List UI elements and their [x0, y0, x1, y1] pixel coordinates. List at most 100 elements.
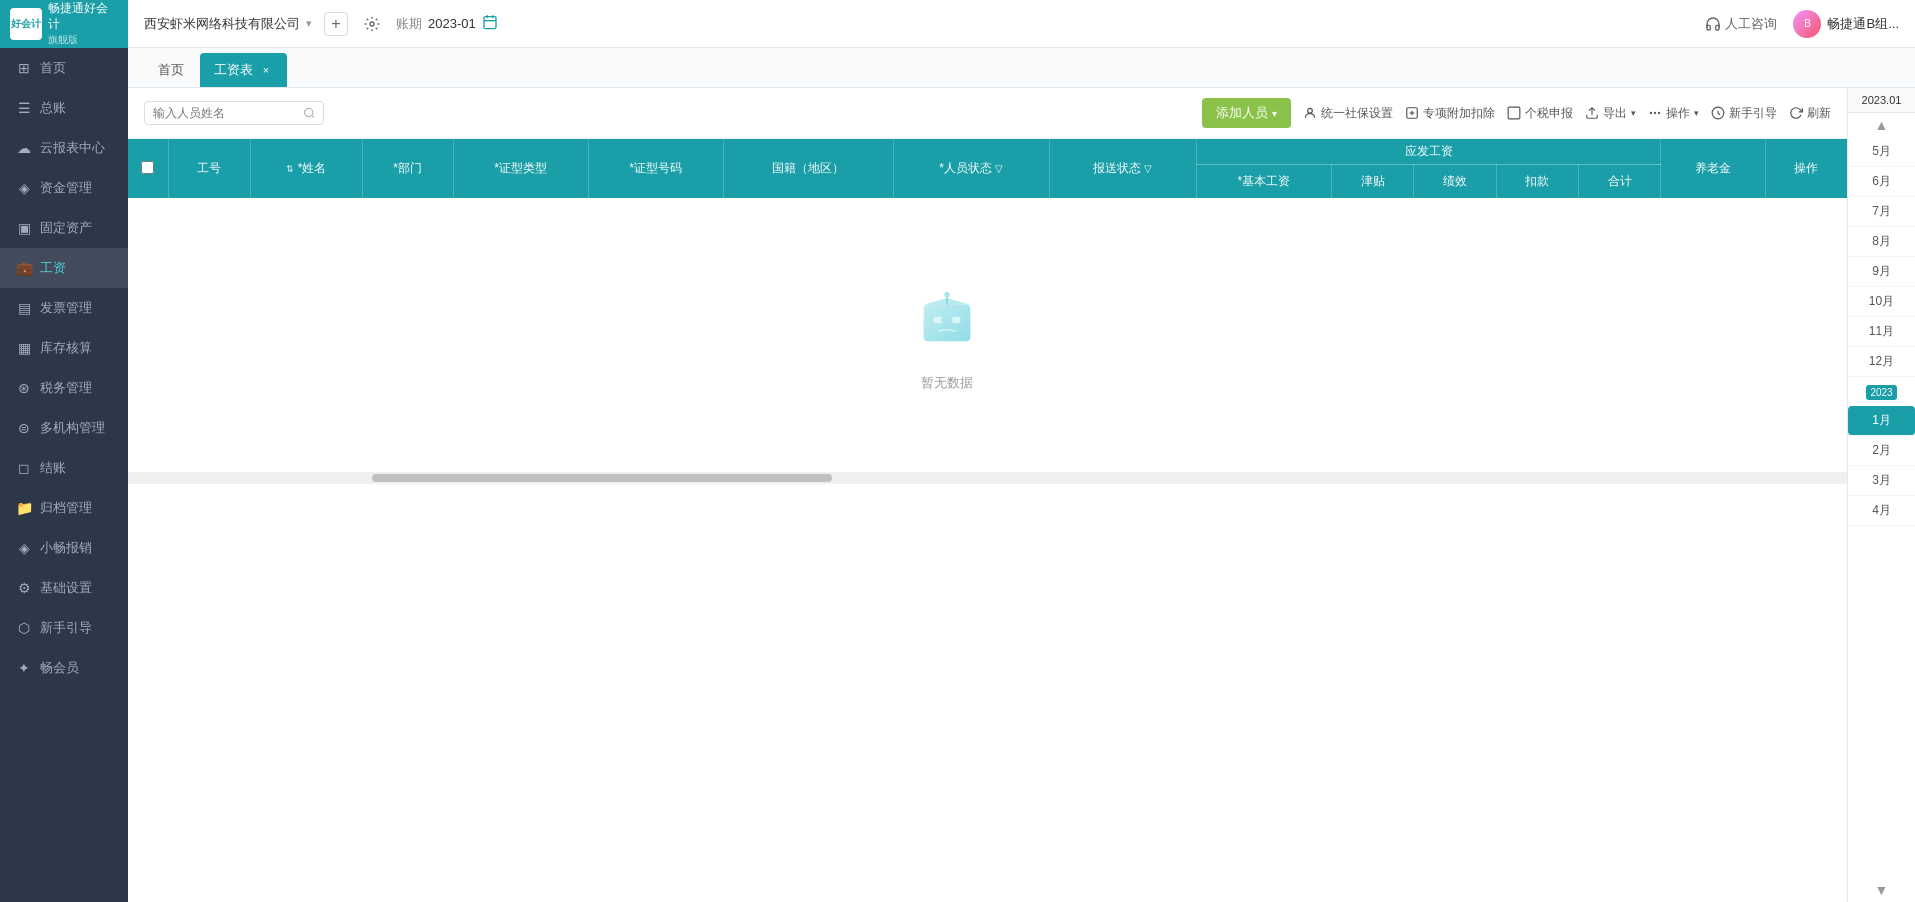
report-filter-icon[interactable]: ▽	[1144, 163, 1152, 174]
refresh-icon	[1789, 106, 1803, 120]
tab-close-button[interactable]: ×	[259, 63, 273, 77]
date-item-2022-06[interactable]: 6月	[1848, 167, 1915, 197]
period-selector[interactable]: 账期 2023-01	[396, 14, 498, 33]
date-item-2023-02[interactable]: 2月	[1848, 436, 1915, 466]
fund-icon: ◈	[16, 180, 32, 196]
add-person-button[interactable]: 添加人员 ▾	[1202, 98, 1291, 128]
sidebar-item-guide[interactable]: ⬡ 新手引导	[0, 608, 128, 648]
guide-action-label: 新手引导	[1729, 105, 1777, 122]
search-icon	[303, 106, 315, 120]
date-item-2022-07[interactable]: 7月	[1848, 197, 1915, 227]
date-label-2022-08: 8月	[1872, 234, 1891, 248]
svg-rect-19	[933, 317, 941, 324]
social-settings-icon	[1303, 106, 1317, 120]
refresh-action[interactable]: 刷新	[1789, 105, 1831, 122]
main-content: 添加人员 ▾ 统一社保设置 专项附加扣除	[128, 88, 1847, 902]
date-item-2023-04[interactable]: 4月	[1848, 496, 1915, 526]
sidebar-item-tax[interactable]: ⊛ 税务管理	[0, 368, 128, 408]
status-filter-icon[interactable]: ▽	[995, 163, 1003, 174]
social-settings-action[interactable]: 统一社保设置	[1303, 105, 1393, 122]
empty-state-cell: 暂无数据	[128, 198, 1765, 472]
th-work-id: 工号	[168, 139, 250, 198]
date-label-2023-01: 1月	[1872, 413, 1891, 427]
service-label: 人工咨询	[1725, 15, 1777, 33]
date-item-2022-12[interactable]: 12月	[1848, 347, 1915, 377]
avatar-initial: B	[1804, 18, 1811, 29]
svg-rect-17	[923, 305, 970, 342]
home-icon: ⊞	[16, 60, 32, 76]
company-settings-button[interactable]	[360, 12, 384, 36]
tab-home-label: 首页	[158, 61, 184, 79]
ledger-icon: ☰	[16, 100, 32, 116]
export-action[interactable]: 导出 ▾	[1585, 105, 1636, 122]
sidebar-item-salary[interactable]: 💼 工资	[0, 248, 128, 288]
sidebar-item-home[interactable]: ⊞ 首页	[0, 48, 128, 88]
date-item-2022-09[interactable]: 9月	[1848, 257, 1915, 287]
svg-rect-1	[484, 17, 496, 29]
close-period-icon: ◻	[16, 460, 32, 476]
sidebar-item-inventory[interactable]: ▦ 库存核算	[0, 328, 128, 368]
gear-icon	[364, 16, 380, 32]
sidebar-item-settings[interactable]: ⚙ 基础设置	[0, 568, 128, 608]
date-nav-up[interactable]: ▲	[1848, 113, 1915, 137]
sidebar-item-fund[interactable]: ◈ 资金管理	[0, 168, 128, 208]
th-checkbox[interactable]	[128, 139, 168, 198]
service-button[interactable]: 人工咨询	[1705, 15, 1777, 33]
date-item-2022-10[interactable]: 10月	[1848, 287, 1915, 317]
date-item-2023-03[interactable]: 3月	[1848, 466, 1915, 496]
tab-salary[interactable]: 工资表 ×	[200, 53, 287, 87]
th-deduction: 扣款	[1496, 165, 1578, 199]
th-id-type: *证型类型	[453, 139, 588, 198]
date-nav-down[interactable]: ▼	[1848, 878, 1915, 902]
sidebar: 好会计 畅捷通好会计 旗舰版 ⊞ 首页 ☰ 总账 ☁ 云报表中心 ◈ 资金管理 …	[0, 0, 128, 902]
company-selector[interactable]: 西安虾米网络科技有限公司 ▾	[144, 15, 312, 33]
select-all-checkbox[interactable]	[141, 161, 154, 174]
th-id-no: *证型号码	[588, 139, 723, 198]
sidebar-label-expense: 小畅报销	[40, 539, 92, 557]
tab-salary-label: 工资表	[214, 61, 253, 79]
tabbar: 首页 工资表 ×	[128, 48, 1915, 88]
operate-action[interactable]: 操作 ▾	[1648, 105, 1699, 122]
date-item-2022-08[interactable]: 8月	[1848, 227, 1915, 257]
sidebar-item-multi-org[interactable]: ⊜ 多机构管理	[0, 408, 128, 448]
date-label-2022-07: 7月	[1872, 204, 1891, 218]
sidebar-label-invoice: 发票管理	[40, 299, 92, 317]
sidebar-item-assets[interactable]: ▣ 固定资产	[0, 208, 128, 248]
th-action: 操作	[1765, 139, 1847, 198]
sidebar-item-archive[interactable]: 📁 归档管理	[0, 488, 128, 528]
horizontal-scrollbar[interactable]	[128, 472, 1847, 484]
toolbar: 添加人员 ▾ 统一社保设置 专项附加扣除	[128, 88, 1847, 139]
sidebar-item-expense[interactable]: ◈ 小畅报销	[0, 528, 128, 568]
calendar-icon[interactable]	[482, 14, 498, 33]
year-badge: 2023	[1866, 385, 1896, 400]
sidebar-item-ledger[interactable]: ☰ 总账	[0, 88, 128, 128]
sidebar-item-cloud-report[interactable]: ☁ 云报表中心	[0, 128, 128, 168]
sidebar-item-close[interactable]: ◻ 结账	[0, 448, 128, 488]
special-deduction-action[interactable]: 专项附加扣除	[1405, 105, 1495, 122]
refresh-label: 刷新	[1807, 105, 1831, 122]
date-sidebar-header: 2023.01	[1848, 88, 1915, 113]
user-menu[interactable]: B 畅捷通B组...	[1793, 10, 1899, 38]
svg-point-7	[1308, 108, 1313, 113]
sidebar-item-member[interactable]: ✦ 畅会员	[0, 648, 128, 688]
date-label-2022-09: 9月	[1872, 264, 1891, 278]
date-item-2022-11[interactable]: 11月	[1848, 317, 1915, 347]
cloud-icon: ☁	[16, 140, 32, 156]
th-report-status: 报送状态 ▽	[1049, 139, 1196, 198]
date-item-2022-05[interactable]: 5月	[1848, 137, 1915, 167]
tab-home[interactable]: 首页	[144, 53, 198, 87]
sidebar-item-invoice[interactable]: ▤ 发票管理	[0, 288, 128, 328]
sidebar-label-tax: 税务管理	[40, 379, 92, 397]
date-sidebar: 2023.01 ▲ 5月 6月 7月 8月 9月	[1847, 88, 1915, 902]
empty-icon	[907, 278, 987, 358]
date-item-2023-01[interactable]: 1月	[1848, 406, 1915, 436]
search-input[interactable]	[153, 106, 297, 120]
th-salary-group: 应发工资	[1196, 139, 1661, 165]
date-label-2022-10: 10月	[1869, 294, 1894, 308]
operate-icon	[1648, 106, 1662, 120]
sidebar-label-archive: 归档管理	[40, 499, 92, 517]
add-company-button[interactable]: +	[324, 12, 348, 36]
guide-icon: ⬡	[16, 620, 32, 636]
personal-tax-action[interactable]: 个税申报	[1507, 105, 1573, 122]
guide-action[interactable]: 新手引导	[1711, 105, 1777, 122]
